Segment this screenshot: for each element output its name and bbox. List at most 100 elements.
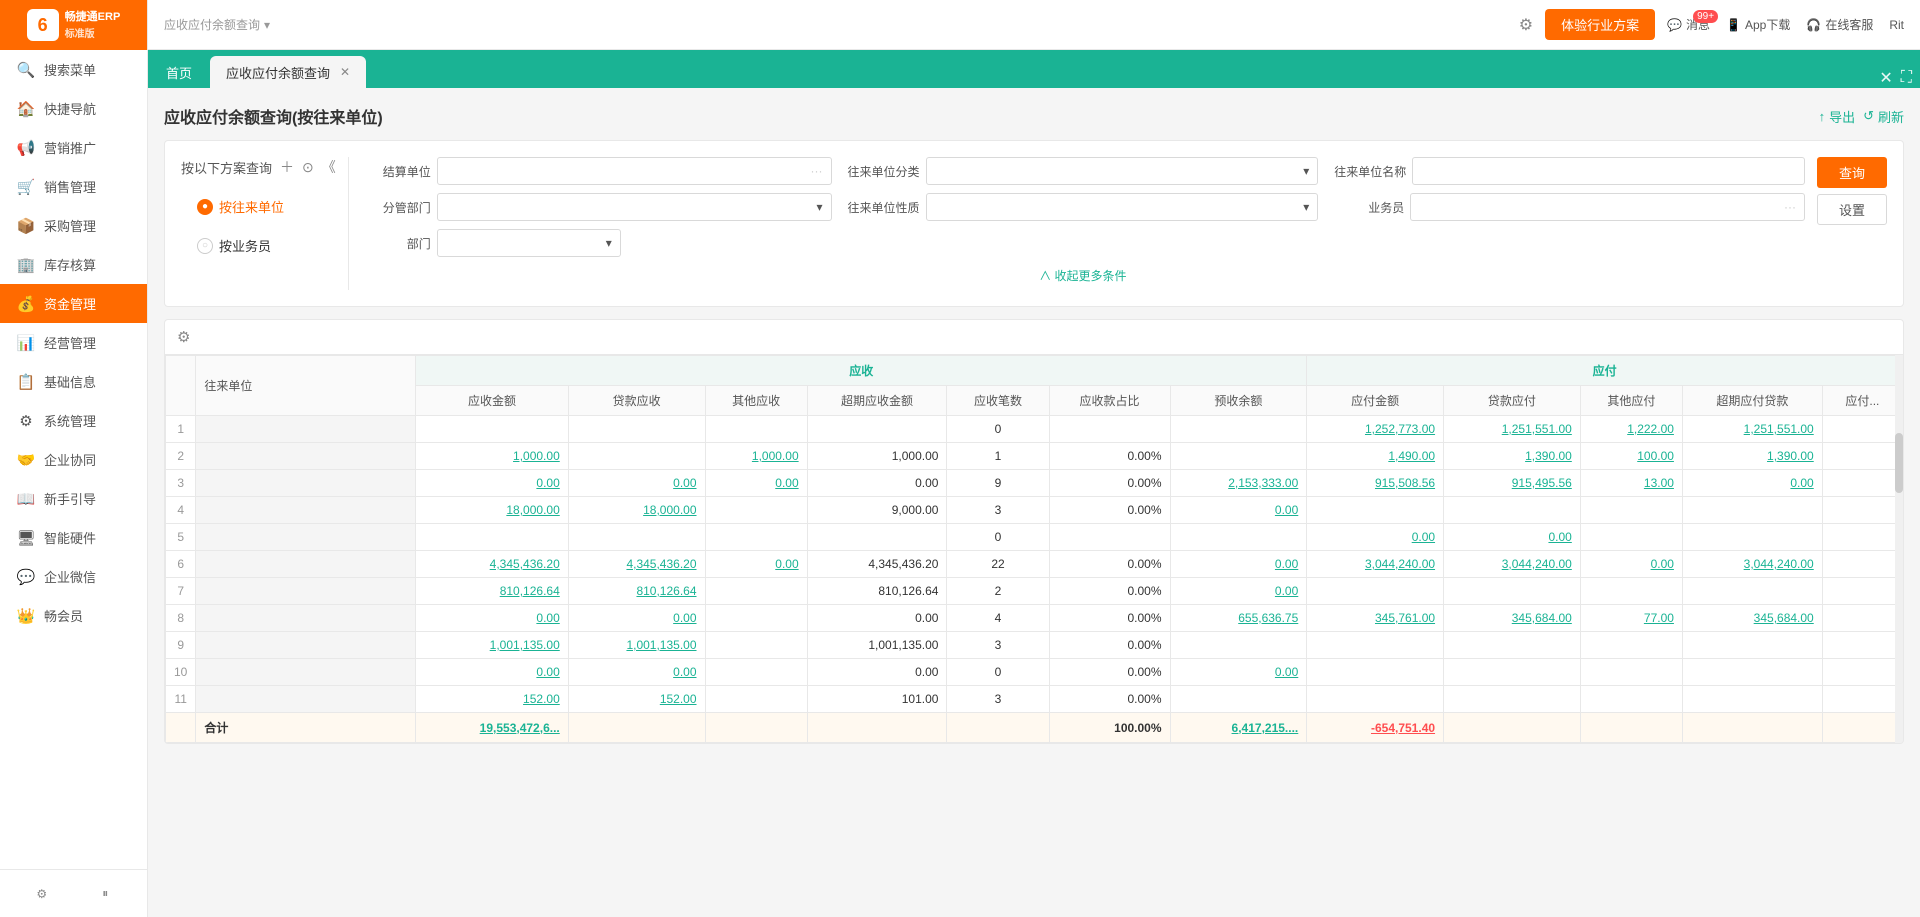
cell-chaoqi-yf[interactable]: 0.00 [1682, 470, 1822, 497]
tab-close-all-icon[interactable]: ✕ [1879, 68, 1892, 88]
wanglai-type-select[interactable]: ▾ [926, 157, 1319, 185]
tab-close-icon[interactable]: ✕ [340, 65, 350, 79]
cell-qt-yf[interactable]: 0.00 [1580, 551, 1682, 578]
cell-ysr-je[interactable]: 1,000.00 [416, 443, 568, 470]
sidebar-item-operation[interactable]: 📊 经营管理 [0, 323, 147, 362]
message-btn[interactable]: 💬 消息 99+ [1667, 16, 1710, 33]
cell-dk-ysr[interactable]: 0.00 [568, 470, 705, 497]
cell-ysr-je[interactable]: 18,000.00 [416, 497, 568, 524]
cell-qt-ysr[interactable]: 0.00 [705, 470, 807, 497]
fenguan-select[interactable]: ▾ [437, 193, 832, 221]
scheme-collapse-icon[interactable]: 《 [322, 157, 336, 177]
settings-icon[interactable]: ⚙ [1519, 15, 1533, 35]
cell-dk-yf[interactable]: 915,495.56 [1444, 470, 1581, 497]
cell-dk-yf[interactable]: 1,390.00 [1444, 443, 1581, 470]
cell-qt-ysr[interactable]: 1,000.00 [705, 443, 807, 470]
collapse-bar[interactable]: ∧ 收起更多条件 [361, 261, 1805, 290]
cell-dk-ysr[interactable]: 4,345,436.20 [568, 551, 705, 578]
sidebar-settings-btn[interactable]: ⚙ [10, 880, 74, 907]
cell-ysr-je[interactable]: 0.00 [416, 659, 568, 686]
sidebar-item-hardware[interactable]: 🖥 智能硬件 [0, 518, 147, 557]
dropdown-icon[interactable]: ▾ [264, 18, 270, 32]
sidebar-item-sales[interactable]: 🛒 销售管理 [0, 167, 147, 206]
trial-btn[interactable]: 体验行业方案 [1545, 9, 1655, 40]
query-btn[interactable]: 查询 [1817, 157, 1887, 188]
cell-dk-yf[interactable]: 345,684.00 [1444, 605, 1581, 632]
cell-yy-je[interactable]: 655,636.75 [1170, 605, 1307, 632]
sidebar-item-member[interactable]: 👑 畅会员 [0, 596, 147, 635]
cell-yy-je[interactable]: 0.00 [1170, 497, 1307, 524]
service-btn[interactable]: 🎧 在线客服 [1806, 16, 1873, 33]
cell-yf-je[interactable]: 1,490.00 [1307, 443, 1444, 470]
cell-dk-yf[interactable]: 1,251,551.00 [1444, 416, 1581, 443]
cell-dk-yf[interactable]: 0.00 [1444, 524, 1581, 551]
app-download-btn[interactable]: 📱 App下载 [1726, 16, 1790, 33]
cell-dk-ysr[interactable]: 810,126.64 [568, 578, 705, 605]
sidebar-item-collab[interactable]: 🤝 企业协同 [0, 440, 147, 479]
refresh-btn[interactable]: ↺ 刷新 [1863, 107, 1904, 126]
cell-dk-ysr[interactable]: 0.00 [568, 659, 705, 686]
option-by-salesperson[interactable]: ○ 按业务员 [181, 228, 336, 263]
cell-ysr-je[interactable]: 1,001,135.00 [416, 632, 568, 659]
cell-ysr-je[interactable]: 4,345,436.20 [416, 551, 568, 578]
sidebar-item-wechat[interactable]: 💬 企业微信 [0, 557, 147, 596]
sidebar-item-system[interactable]: ⚙ 系统管理 [0, 401, 147, 440]
cell-ysr-je[interactable]: 0.00 [416, 470, 568, 497]
cell-qt-yf[interactable]: 100.00 [1580, 443, 1682, 470]
jiesuan-input[interactable]: ··· [437, 157, 832, 185]
sidebar-item-finance[interactable]: 💰 资金管理 [0, 284, 147, 323]
cell-chaoqi-yf[interactable]: 1,251,551.00 [1682, 416, 1822, 443]
scrollbar[interactable] [1895, 355, 1903, 743]
sidebar-item-purchase[interactable]: 📦 采购管理 [0, 206, 147, 245]
sidebar-item-basic[interactable]: 📋 基础信息 [0, 362, 147, 401]
cell-ysr-je[interactable]: 810,126.64 [416, 578, 568, 605]
dept-select[interactable]: ▾ [437, 229, 621, 257]
user-menu[interactable]: Rit [1889, 18, 1904, 32]
option-by-unit[interactable]: ● 按往来单位 [181, 189, 336, 224]
cell-yf-je[interactable]: 345,761.00 [1307, 605, 1444, 632]
cell-dk-yf[interactable]: 3,044,240.00 [1444, 551, 1581, 578]
tab-home[interactable]: 首页 [150, 56, 208, 88]
cell-dk-ysr[interactable]: 1,001,135.00 [568, 632, 705, 659]
cell-dk-ysr[interactable]: 0.00 [568, 605, 705, 632]
total-ysr-je[interactable]: 19,553,472,6... [416, 713, 568, 743]
add-scheme-btn[interactable]: ＋ [280, 157, 294, 177]
sidebar-item-quick[interactable]: 🏠 快捷导航 [0, 89, 147, 128]
wanglai-nature-select[interactable]: ▾ [926, 193, 1319, 221]
set-btn[interactable]: 设置 [1817, 194, 1887, 225]
sidebar-item-guide[interactable]: 📖 新手引导 [0, 479, 147, 518]
cell-qt-yf[interactable]: 1,222.00 [1580, 416, 1682, 443]
scheme-settings-icon[interactable]: ⊙ [302, 159, 314, 176]
cell-yy-je[interactable]: 0.00 [1170, 551, 1307, 578]
cell-qt-ysr[interactable]: 0.00 [705, 551, 807, 578]
cell-chaoqi-yf[interactable]: 1,390.00 [1682, 443, 1822, 470]
tab-expand-icon[interactable]: ⛶ [1901, 69, 1912, 87]
cell-yf-je[interactable]: 0.00 [1307, 524, 1444, 551]
sidebar-item-search[interactable]: 🔍 搜索菜单 [0, 50, 147, 89]
cell-qt-yf[interactable]: 13.00 [1580, 470, 1682, 497]
total-yy-je[interactable]: 6,417,215.... [1170, 713, 1307, 743]
sidebar-item-warehouse[interactable]: 🏢 库存核算 [0, 245, 147, 284]
cell-yy-je[interactable]: 0.00 [1170, 659, 1307, 686]
cell-yy-je[interactable]: 2,153,333.00 [1170, 470, 1307, 497]
sidebar-collapse-btn[interactable]: ⏸ [74, 880, 138, 907]
salesperson-input[interactable]: ··· [1410, 193, 1805, 221]
tab-arquery[interactable]: 应收应付余额查询 ✕ [210, 56, 366, 88]
cell-yf-je[interactable]: 915,508.56 [1307, 470, 1444, 497]
total-yf-je[interactable]: -654,751.40 [1307, 713, 1444, 743]
cell-qt-yf[interactable]: 77.00 [1580, 605, 1682, 632]
cell-dk-ysr[interactable]: 18,000.00 [568, 497, 705, 524]
wanglai-name-input[interactable] [1412, 157, 1805, 185]
cell-chaoqi-yf[interactable]: 345,684.00 [1682, 605, 1822, 632]
cell-dk-ysr[interactable]: 152.00 [568, 686, 705, 713]
table-gear-icon[interactable]: ⚙ [177, 328, 190, 346]
export-btn[interactable]: ↑ 导出 [1819, 107, 1856, 126]
cell-yf-je[interactable]: 3,044,240.00 [1307, 551, 1444, 578]
cell-ysr-je[interactable]: 152.00 [416, 686, 568, 713]
cell-yy-je[interactable]: 0.00 [1170, 578, 1307, 605]
sidebar-item-marketing[interactable]: 📢 营销推广 [0, 128, 147, 167]
cell-chaoqi-yf[interactable]: 3,044,240.00 [1682, 551, 1822, 578]
cell-num: 4 [166, 497, 196, 524]
cell-ysr-je[interactable]: 0.00 [416, 605, 568, 632]
cell-yf-je[interactable]: 1,252,773.00 [1307, 416, 1444, 443]
